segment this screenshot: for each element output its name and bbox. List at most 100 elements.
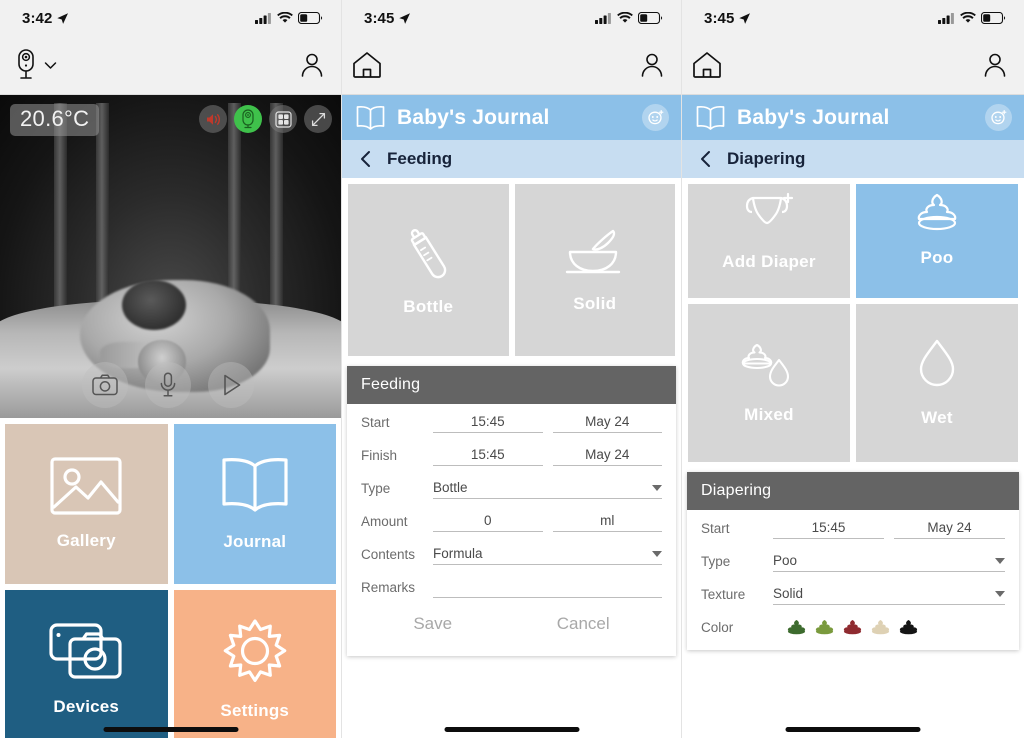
- tile-devices[interactable]: Devices: [5, 590, 168, 738]
- start-time-input[interactable]: 15:45: [773, 520, 884, 539]
- microphone-icon: [160, 372, 176, 397]
- status-bar-indicators: [938, 12, 1006, 24]
- amount-input[interactable]: 0: [433, 513, 543, 532]
- choice-poo[interactable]: Poo: [856, 184, 1018, 298]
- chevron-down-icon: [652, 551, 662, 557]
- section-title: Feeding: [387, 149, 453, 168]
- add-baby-face-icon: [648, 109, 664, 124]
- ios-home-indicator: [785, 727, 921, 732]
- home-tile-grid: Gallery Journal Devices Settings: [0, 418, 341, 738]
- field-color: Color: [701, 619, 1005, 638]
- choice-bottle[interactable]: Bottle: [348, 184, 509, 356]
- section-title: Diapering: [727, 149, 806, 168]
- color-beige[interactable]: [871, 619, 890, 636]
- crib-slat: [54, 103, 67, 328]
- fullscreen-button[interactable]: [304, 105, 332, 133]
- color-swatch-row: [773, 619, 1005, 638]
- camera-toggle-button[interactable]: [234, 105, 262, 133]
- profile-person-icon[interactable]: [982, 51, 1008, 79]
- status-bar-time-group: 3:45: [364, 10, 411, 27]
- type-dropdown[interactable]: Poo: [773, 553, 1005, 572]
- field-start: Start 15:45 May 24: [701, 520, 1005, 539]
- journal-nav-bar: [342, 36, 681, 95]
- start-date-input[interactable]: May 24: [894, 520, 1005, 539]
- tile-settings[interactable]: Settings: [173, 590, 336, 738]
- play-button[interactable]: [208, 362, 254, 408]
- contents-dropdown[interactable]: Formula: [433, 546, 662, 565]
- open-book-icon: [696, 105, 725, 130]
- type-dropdown[interactable]: Bottle: [433, 480, 662, 499]
- remarks-input[interactable]: [433, 579, 662, 598]
- amount-unit-input[interactable]: ml: [552, 513, 662, 532]
- color-dark-green[interactable]: [787, 619, 806, 636]
- field-start-label: Start: [701, 521, 730, 536]
- bowl-spoon-icon: [565, 229, 620, 274]
- color-dark-red[interactable]: [843, 619, 862, 636]
- diapering-card-title: Diapering: [687, 472, 1019, 510]
- color-olive-green[interactable]: [815, 619, 834, 636]
- device-selector[interactable]: [10, 48, 59, 82]
- start-time-input[interactable]: 15:45: [433, 414, 543, 433]
- poo-and-drop-icon: [741, 343, 790, 387]
- grid-four-squares-icon: [274, 110, 292, 128]
- field-finish: Finish 15:45 May 24: [361, 447, 662, 466]
- wifi-icon: [617, 12, 633, 23]
- status-bar-indicators: [595, 12, 663, 24]
- chevron-left-icon[interactable]: [358, 149, 373, 169]
- tile-gallery-label: Gallery: [56, 531, 116, 550]
- cancel-button[interactable]: Cancel: [557, 614, 610, 634]
- ios-home-indicator: [444, 727, 579, 732]
- type-dropdown-value: Bottle: [433, 480, 468, 495]
- home-house-icon[interactable]: [352, 51, 382, 79]
- finish-date-input[interactable]: May 24: [552, 447, 662, 466]
- add-baby-button[interactable]: [985, 104, 1012, 131]
- add-baby-face-icon: [991, 109, 1007, 124]
- battery-icon: [981, 12, 1006, 24]
- type-dropdown-value: Poo: [773, 553, 798, 568]
- chevron-down-icon: [995, 558, 1005, 564]
- field-remarks-label: Remarks: [361, 580, 416, 595]
- field-contents: Contents Formula: [361, 546, 662, 565]
- profile-person-icon[interactable]: [299, 51, 325, 79]
- chevron-down-icon: [44, 61, 57, 69]
- mute-button[interactable]: [199, 105, 227, 133]
- choice-wet[interactable]: Wet: [856, 304, 1018, 462]
- save-button[interactable]: Save: [413, 614, 452, 634]
- camera-top-controls: [199, 105, 332, 133]
- camera-live-view[interactable]: 20.6°C: [0, 95, 341, 418]
- crib-slat: [270, 103, 283, 328]
- color-black[interactable]: [899, 619, 918, 636]
- chevron-left-icon[interactable]: [698, 149, 713, 169]
- baby-head: [122, 280, 186, 330]
- tile-gallery[interactable]: Gallery: [5, 424, 168, 584]
- talk-button[interactable]: [145, 362, 191, 408]
- snapshot-button[interactable]: [82, 362, 128, 408]
- diapering-card-body: Start 15:45 May 24 Type Poo Texture Soli…: [687, 510, 1019, 650]
- cellular-signal-icon: [938, 13, 954, 24]
- finish-time-input[interactable]: 15:45: [433, 447, 543, 466]
- wifi-icon: [960, 12, 976, 23]
- choice-solid[interactable]: Solid: [514, 184, 675, 356]
- journal-subheader: Diapering: [682, 140, 1024, 178]
- home-house-icon[interactable]: [692, 51, 722, 79]
- image-photo-icon: [50, 457, 122, 515]
- choice-add-diaper[interactable]: Add Diaper: [688, 184, 850, 298]
- tile-devices-label: Devices: [53, 697, 120, 716]
- tile-journal[interactable]: Journal: [173, 424, 336, 584]
- start-date-input[interactable]: May 24: [552, 414, 662, 433]
- field-finish-label: Finish: [361, 448, 398, 463]
- cellular-signal-icon: [595, 13, 611, 24]
- status-bar-time: 3:45: [704, 9, 735, 27]
- baby-bottle-icon: [410, 229, 447, 279]
- profile-person-icon[interactable]: [639, 51, 665, 79]
- choice-mixed[interactable]: Mixed: [688, 304, 850, 462]
- tile-settings-label: Settings: [220, 701, 290, 720]
- texture-dropdown[interactable]: Solid: [773, 586, 1005, 605]
- grid-view-button[interactable]: [269, 105, 297, 133]
- add-baby-button[interactable]: [642, 104, 669, 131]
- status-bar-time: 3:45: [364, 9, 395, 27]
- open-book-icon: [222, 458, 288, 512]
- chevron-down-icon: [995, 591, 1005, 597]
- field-start-label: Start: [361, 415, 390, 430]
- contents-dropdown-value: Formula: [433, 546, 483, 561]
